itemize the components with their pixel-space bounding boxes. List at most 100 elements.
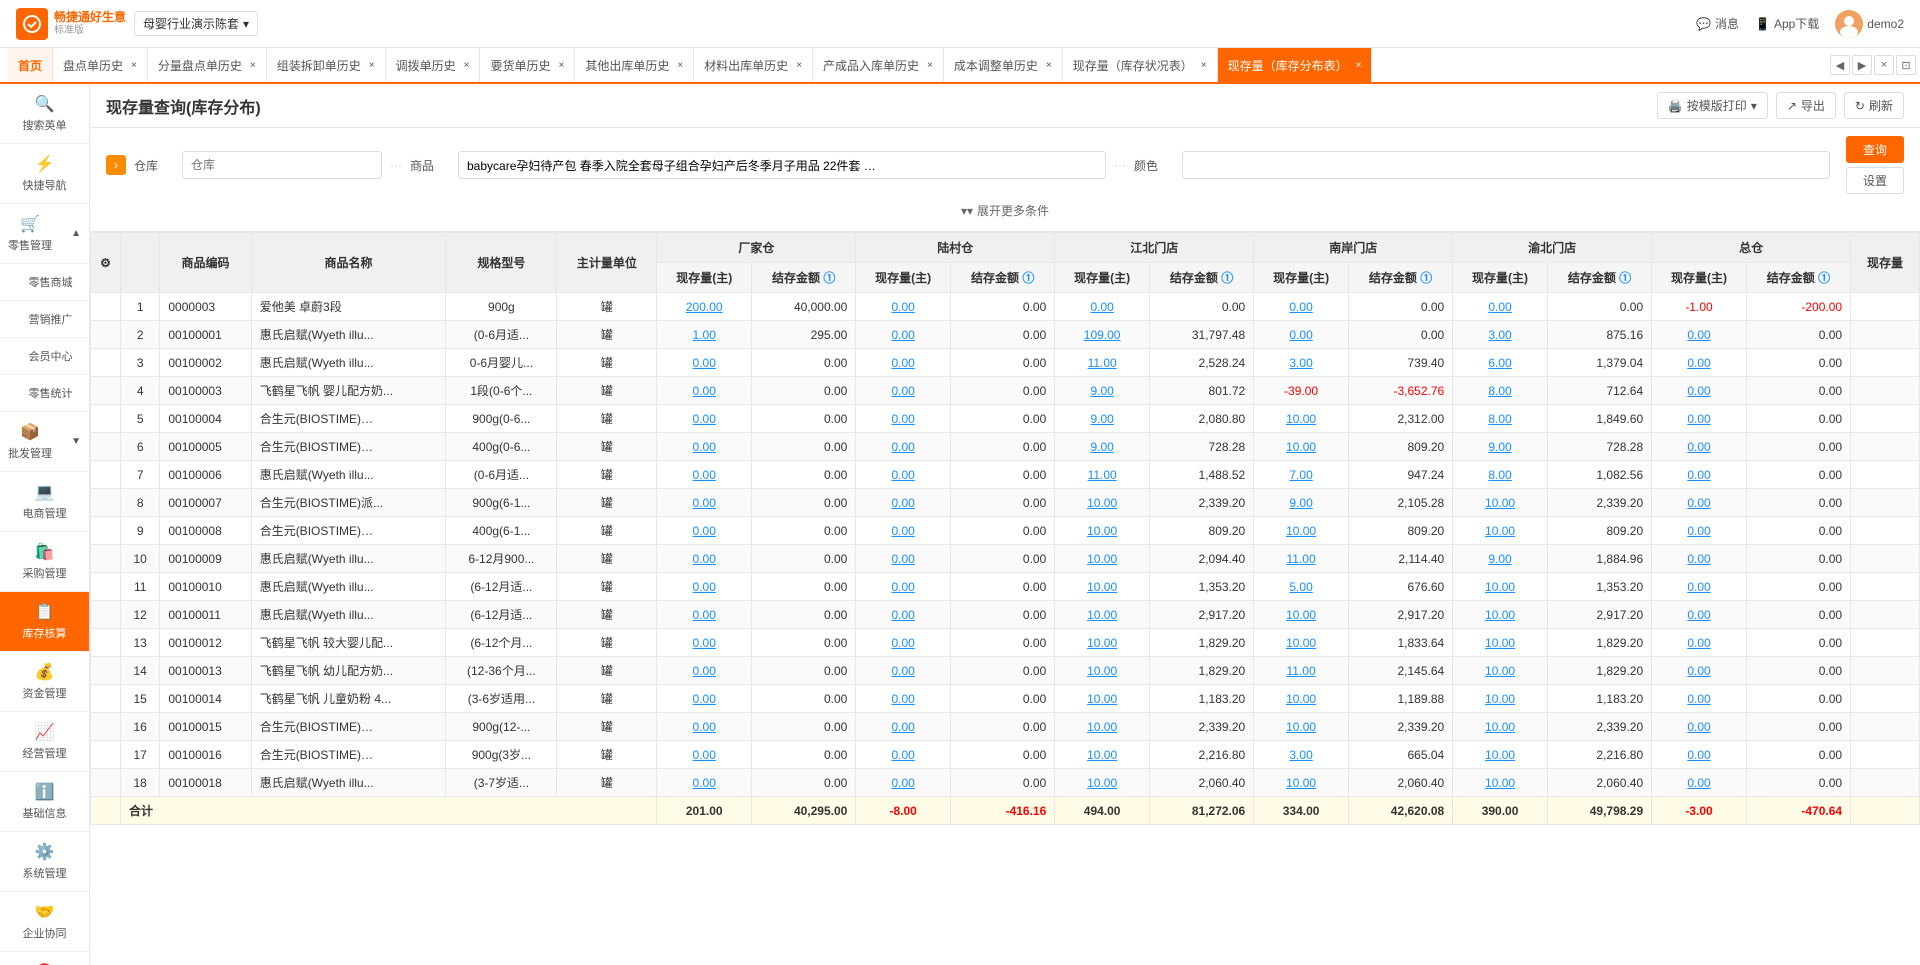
close-icon[interactable]: × [927,60,933,71]
app-download-btn[interactable]: 📱 App下载 [1755,15,1819,32]
sidebar-item-members[interactable]: 会员中心 [0,338,89,375]
close-icon[interactable]: × [131,60,137,71]
product-picker-btn[interactable]: ··· [1114,158,1126,172]
search-icon: 🔍 [35,94,55,114]
tab-expand[interactable]: ⊡ [1896,55,1916,75]
tab-product-in[interactable]: 产成品入库单历史 × [813,48,944,82]
sidebar-item-ecommerce[interactable]: 💻 电商管理 [0,472,89,532]
product-input[interactable] [458,151,1106,179]
refresh-btn[interactable]: ↻ 刷新 [1844,92,1904,119]
table-row: 9 00100008 合生元(BIOSTIME)… 400g(6-1... 罐 … [91,517,1920,545]
setting-btn[interactable]: 设置 [1846,167,1904,194]
tab-scroll-left[interactable]: ◀ [1830,55,1850,75]
ecommerce-icon: 💻 [35,482,55,502]
print-btn[interactable]: 🖨️ 按模版打印 ▾ [1657,92,1768,119]
col-yb-amt: 结存金额 ① [1547,263,1651,293]
sidebar-item-operations[interactable]: 📈 经营管理 [0,712,89,772]
refresh-icon: ↻ [1855,99,1865,113]
sidebar-item-finance[interactable]: 💰 资金管理 [0,652,89,712]
close-icon[interactable]: × [1046,60,1052,71]
close-icon[interactable]: × [558,60,564,71]
data-table: ⚙ 商品编码 商品名称 规格型号 主计量单位 厂家仓 陆村仓 江北门店 南岸门店… [90,232,1920,825]
industry-selector[interactable]: 母婴行业演示陈套 ▾ [134,11,258,36]
table-row: 17 00100016 合生元(BIOSTIME)… 900g(3岁... 罐 … [91,741,1920,769]
close-icon[interactable]: × [464,60,470,71]
warehouse-input[interactable] [182,151,382,179]
warehouse-picker-btn[interactable]: ··· [390,158,402,172]
tab-partial-check[interactable]: 分量盘点单历史 × [148,48,267,82]
col-group-lc: 陆村仓 [856,233,1055,263]
sidebar-item-retail-stats[interactable]: 零售统计 [0,375,89,412]
table-row: 4 00100003 飞鹤星飞帆 婴儿配方奶... 1段(0-6个... 罐 0… [91,377,1920,405]
col-group-fac: 厂家仓 [657,233,856,263]
sidebar-item-basic-info[interactable]: ℹ️ 基础信息 [0,772,89,832]
avatar [1835,10,1863,38]
page-title: 现存量查询(库存分布) [106,94,261,118]
close-icon[interactable]: × [1201,60,1207,71]
tab-assembly[interactable]: 组装拆卸单历史 × [267,48,386,82]
sidebar-item-system[interactable]: ⚙️ 系统管理 [0,832,89,892]
close-icon[interactable]: × [250,60,256,71]
col-group-na: 南岸门店 [1254,233,1453,263]
col-fac-amt: 结存金额 ① [752,263,856,293]
sidebar-item-search[interactable]: 🔍 搜索英单 [0,84,89,144]
message-btn[interactable]: 💬 消息 [1696,15,1739,32]
sidebar-item-inventory[interactable]: 📋 库存核算 [0,592,89,652]
tab-transfer[interactable]: 调拨单历史 × [386,48,481,82]
sidebar-item-collab[interactable]: 🤝 企业协同 [0,892,89,952]
filter-toggle-btn[interactable]: › [106,155,126,175]
gear-icon[interactable]: ⚙ [100,256,111,270]
sidebar-item-purchase[interactable]: 🛍️ 采购管理 [0,532,89,592]
sidebar-item-nav[interactable]: ⚡ 快捷导航 [0,144,89,204]
sidebar-item-guide[interactable]: 🎯 新手引导 [0,952,89,965]
system-icon: ⚙️ [35,842,55,862]
table-row: 12 00100011 惠氏启赋(Wyeth illu... (6-12月适..… [91,601,1920,629]
col-gear[interactable]: ⚙ [91,233,121,293]
retail-icon: 🛒 [20,214,40,234]
sidebar-item-retail-shop[interactable]: 零售商城 [0,264,89,301]
tab-close-all[interactable]: × [1874,55,1894,75]
tab-material-out[interactable]: 材料出库单历史 × [694,48,813,82]
sidebar-item-marketing[interactable]: 营销推广 [0,301,89,338]
close-icon[interactable]: × [677,60,683,71]
col-group-tot: 总仓 [1652,233,1851,263]
tab-stock-status[interactable]: 现存量（库存状况表） × [1063,48,1218,82]
tab-scroll-right[interactable]: ▶ [1852,55,1872,75]
operations-icon: 📈 [35,722,55,742]
logo-text: 畅捷通好生意 [54,10,126,24]
tab-cost-adjust[interactable]: 成本调整单历史 × [944,48,1063,82]
export-btn[interactable]: ↗ 导出 [1776,92,1836,119]
inventory-icon: 📋 [35,602,55,622]
tab-stock-dist[interactable]: 现存量（库存分布表） × [1218,48,1373,82]
tab-home[interactable]: 首页 [8,48,53,82]
sidebar-item-retail-mgmt[interactable]: 🛒 零售管理 ▲ [0,204,89,264]
tab-purchase-order[interactable]: 要货单历史 × [480,48,575,82]
table-footer-row: 合计 201.00 40,295.00 -8.00 -416.16 494.00… [91,797,1920,825]
col-group-yb: 渝北门店 [1453,233,1652,263]
col-jb-qty: 现存量(主) [1055,263,1150,293]
col-unit: 主计量单位 [557,233,657,293]
tab-inventory-check[interactable]: 盘点单历史 × [53,48,148,82]
tab-other-out[interactable]: 其他出库单历史 × [575,48,694,82]
col-code: 商品编码 [160,233,251,293]
color-input[interactable] [1182,151,1830,179]
close-icon[interactable]: × [796,60,802,71]
user-profile[interactable]: demo2 [1835,10,1904,38]
table-container[interactable]: ⚙ 商品编码 商品名称 规格型号 主计量单位 厂家仓 陆村仓 江北门店 南岸门店… [90,232,1920,965]
query-btn[interactable]: 查询 [1846,136,1904,163]
close-icon[interactable]: × [369,60,375,71]
col-jb-amt: 结存金额 ① [1149,263,1253,293]
col-tot-qty: 现存量(主) [1652,263,1747,293]
chevron-icon: ▼ [71,436,81,447]
filter-row-1: › 仓库 ··· 商品 ··· 颜色 查询 设置 [106,136,1904,194]
close-icon[interactable]: × [1356,60,1362,71]
expand-conditions-btn[interactable]: ▾▾ 展开更多条件 [106,198,1904,223]
phone-icon: 📱 [1755,17,1770,31]
content-area: 现存量查询(库存分布) 🖨️ 按模版打印 ▾ ↗ 导出 ↻ 刷新 [90,84,1920,965]
expand-icon: ▲ [71,228,81,239]
table-row: 7 00100006 惠氏启赋(Wyeth illu... (0-6月适... … [91,461,1920,489]
table-row: 16 00100015 合生元(BIOSTIME)… 900g(12-... 罐… [91,713,1920,741]
nav-icon: ⚡ [35,154,55,174]
info-icon: ℹ️ [35,782,55,802]
sidebar-item-wholesale[interactable]: 📦 批发管理 ▼ [0,412,89,472]
